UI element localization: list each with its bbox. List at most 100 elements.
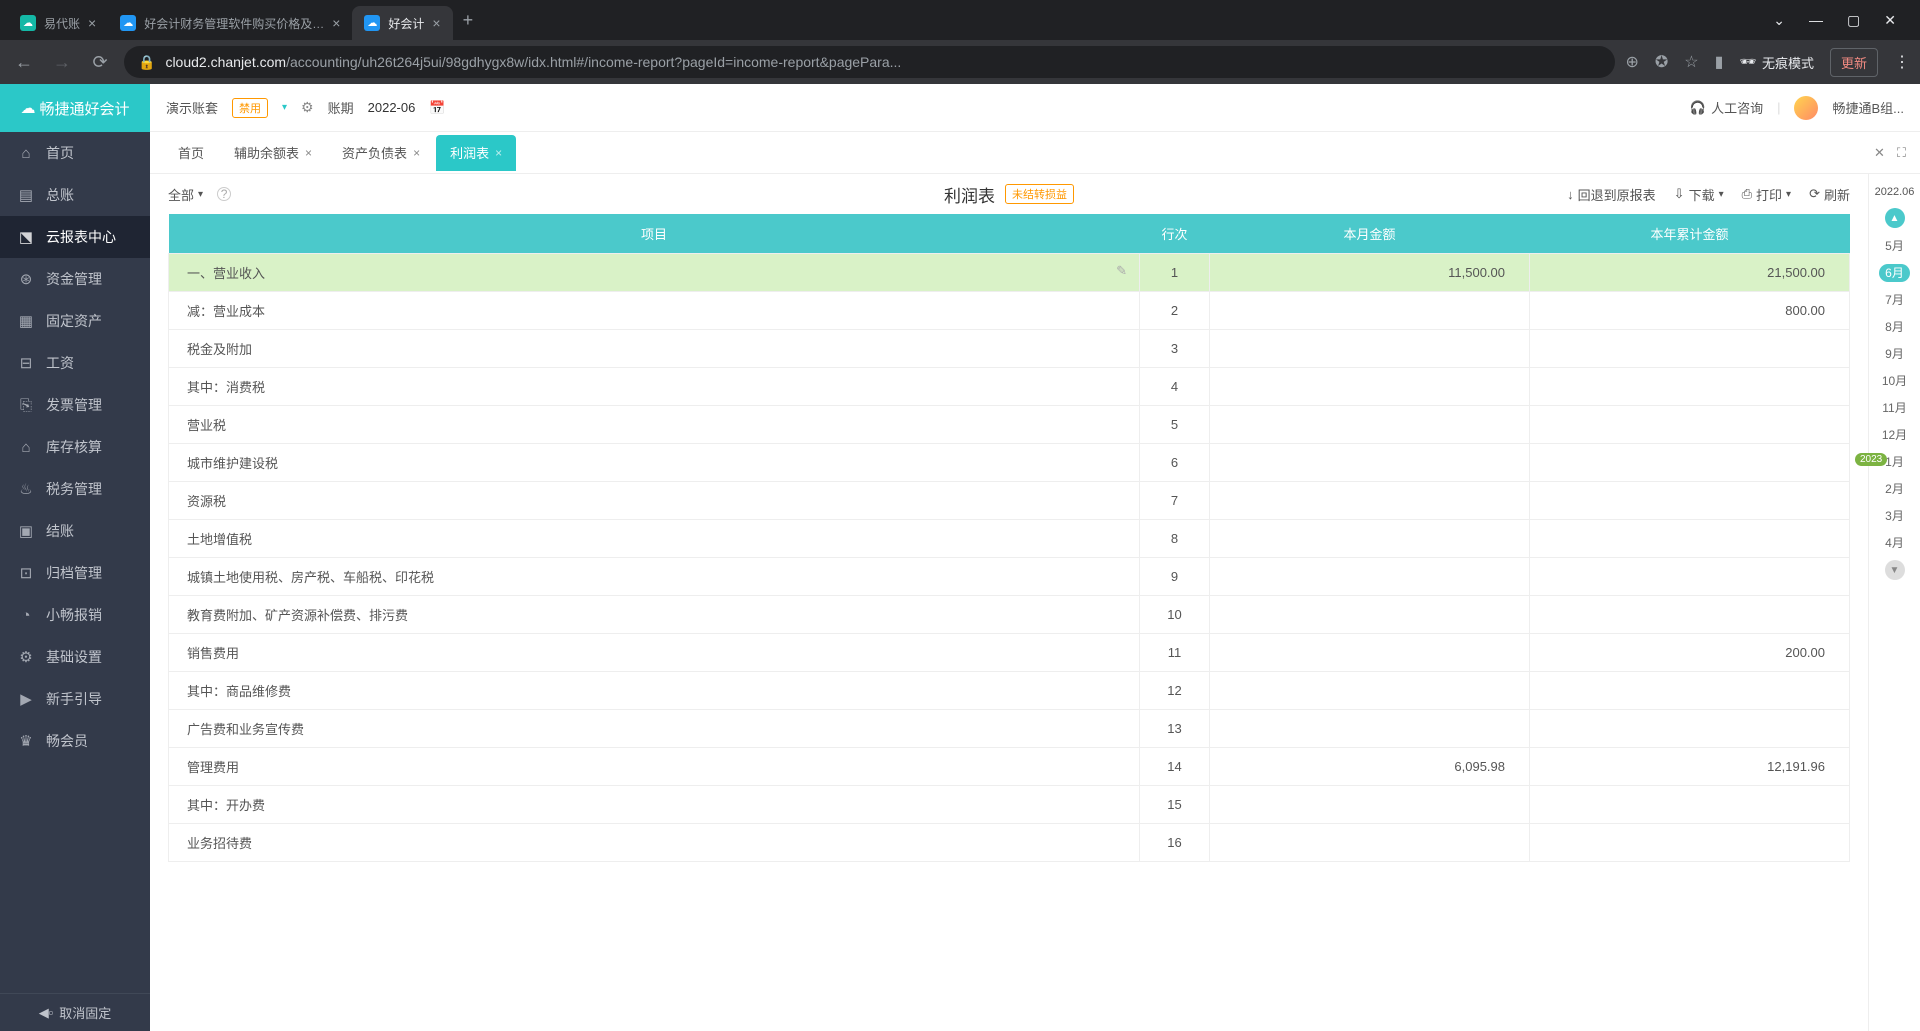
page-tab[interactable]: 辅助余额表× bbox=[220, 135, 326, 171]
sidebar-item[interactable]: ⊟ 工资 bbox=[0, 342, 150, 384]
url-domain: cloud2.chanjet.com bbox=[165, 54, 286, 70]
browser-tab[interactable]: ☁ 好会计财务管理软件购买价格及… × bbox=[108, 6, 352, 40]
table-row[interactable]: 营业税 5 bbox=[169, 406, 1850, 444]
table-row[interactable]: 教育费附加、矿产资源补偿费、排污费 10 bbox=[169, 596, 1850, 634]
sidebar-item[interactable]: ⊛ 资金管理 bbox=[0, 258, 150, 300]
sidebar-item[interactable]: ♨ 税务管理 bbox=[0, 468, 150, 510]
tab-close-icon[interactable]: × bbox=[332, 15, 340, 31]
month-next-icon[interactable]: ▼ bbox=[1885, 560, 1905, 580]
window-dropdown[interactable]: ⌄ bbox=[1773, 12, 1785, 29]
page-tab[interactable]: 首页 bbox=[164, 135, 218, 171]
month-item[interactable]: 3月 bbox=[1869, 502, 1920, 529]
sidebar-item[interactable]: ▤ 总账 bbox=[0, 174, 150, 216]
tab-close-icon[interactable]: × bbox=[305, 146, 312, 160]
calendar-icon[interactable]: 📅 bbox=[429, 100, 445, 116]
reading-list-icon[interactable]: ▮ bbox=[1715, 52, 1724, 72]
page-tab[interactable]: 资产负债表× bbox=[328, 135, 434, 171]
table-row[interactable]: 其中：消费税 4 bbox=[169, 368, 1850, 406]
app-logo[interactable]: ☁ 畅捷通好会计 bbox=[0, 84, 150, 132]
month-item[interactable]: 2月 bbox=[1869, 475, 1920, 502]
table-row[interactable]: 减：营业成本 2 800.00 bbox=[169, 292, 1850, 330]
fullscreen-icon[interactable]: ⛶ bbox=[1897, 145, 1906, 161]
user-name[interactable]: 畅捷通B组... bbox=[1832, 98, 1904, 117]
window-maximize[interactable]: ▢ bbox=[1847, 12, 1860, 29]
filter-all[interactable]: 全部 ▾ bbox=[168, 185, 203, 204]
table-row[interactable]: 管理费用 14 6,095.98 12,191.96 bbox=[169, 748, 1850, 786]
cell-row: 4 bbox=[1140, 368, 1210, 406]
close-all-tabs-icon[interactable]: ✕ bbox=[1874, 145, 1885, 161]
rollback-button[interactable]: ↓ 回退到原报表 bbox=[1567, 185, 1656, 204]
browser-menu[interactable]: ⋮ bbox=[1894, 52, 1910, 72]
edit-icon[interactable]: ✎ bbox=[1116, 263, 1127, 279]
zoom-icon[interactable]: ⊕ bbox=[1625, 52, 1638, 72]
month-item[interactable]: 20231月 bbox=[1869, 448, 1920, 475]
tab-close-icon[interactable]: × bbox=[413, 146, 420, 160]
extension-icon[interactable]: ✪ bbox=[1655, 52, 1668, 72]
table-row[interactable]: 城市维护建设税 6 bbox=[169, 444, 1850, 482]
print-button[interactable]: ⎙ 打印 ▾ bbox=[1742, 185, 1791, 204]
tab-close-icon[interactable]: × bbox=[432, 15, 440, 31]
browser-tab[interactable]: ☁ 易代账 × bbox=[8, 6, 108, 40]
month-item[interactable]: 10月 bbox=[1869, 367, 1920, 394]
tab-close-icon[interactable]: × bbox=[495, 146, 502, 160]
refresh-icon: ⟳ bbox=[1809, 186, 1820, 202]
sidebar-item[interactable]: ⌂ 库存核算 bbox=[0, 426, 150, 468]
table-row[interactable]: 其中：开办费 15 bbox=[169, 786, 1850, 824]
month-item[interactable]: 11月 bbox=[1869, 394, 1920, 421]
consult-button[interactable]: 🎧 人工咨询 bbox=[1690, 98, 1763, 117]
nav-forward[interactable]: → bbox=[48, 52, 76, 73]
month-item[interactable]: 6月 bbox=[1869, 259, 1920, 286]
cell-item: 土地增值税 bbox=[169, 520, 1140, 558]
download-button[interactable]: ⇩ 下载 ▾ bbox=[1674, 185, 1724, 204]
table-row[interactable]: 土地增值税 8 bbox=[169, 520, 1850, 558]
period-value[interactable]: 2022-06 bbox=[368, 100, 416, 115]
month-item[interactable]: 5月 bbox=[1869, 232, 1920, 259]
sidebar-item[interactable]: ⚙ 基础设置 bbox=[0, 636, 150, 678]
new-tab-button[interactable]: + bbox=[453, 10, 484, 31]
table-row[interactable]: 税金及附加 3 bbox=[169, 330, 1850, 368]
year-label[interactable]: 2022.06 bbox=[1875, 180, 1915, 204]
window-minimize[interactable]: — bbox=[1809, 12, 1823, 29]
sidebar-unpin[interactable]: ◀▫ 取消固定 bbox=[0, 993, 150, 1031]
month-item[interactable]: 4月 bbox=[1869, 529, 1920, 556]
table-row[interactable]: 资源税 7 bbox=[169, 482, 1850, 520]
table-row[interactable]: 广告费和业务宣传费 13 bbox=[169, 710, 1850, 748]
table-row[interactable]: 城镇土地使用税、房产税、车船税、印花税 9 bbox=[169, 558, 1850, 596]
month-item[interactable]: 8月 bbox=[1869, 313, 1920, 340]
settings-gear-icon[interactable]: ⚙ bbox=[301, 99, 314, 116]
table-row[interactable]: 业务招待费 16 bbox=[169, 824, 1850, 862]
month-item[interactable]: 7月 bbox=[1869, 286, 1920, 313]
account-selector[interactable]: 演示账套 bbox=[166, 98, 218, 117]
sidebar-item[interactable]: ⬔ 云报表中心 bbox=[0, 216, 150, 258]
window-close[interactable]: ✕ bbox=[1884, 12, 1896, 29]
month-item[interactable]: 12月 bbox=[1869, 421, 1920, 448]
update-button[interactable]: 更新 bbox=[1830, 48, 1878, 77]
month-item[interactable]: 9月 bbox=[1869, 340, 1920, 367]
help-icon[interactable]: ? bbox=[217, 187, 231, 201]
sidebar-item[interactable]: ⎘ 发票管理 bbox=[0, 384, 150, 426]
month-prev-icon[interactable]: ▲ bbox=[1885, 208, 1905, 228]
avatar[interactable] bbox=[1794, 96, 1818, 120]
sidebar-item[interactable]: ♛ 畅会员 bbox=[0, 720, 150, 762]
sidebar-item-label: 畅会员 bbox=[46, 731, 88, 751]
sidebar-item[interactable]: ▦ 固定资产 bbox=[0, 300, 150, 342]
table-row[interactable]: 一、营业收入✎ 1 11,500.00 21,500.00 bbox=[169, 254, 1850, 292]
sidebar-item[interactable]: ◔ 小畅报销 bbox=[0, 594, 150, 636]
nav-reload[interactable]: ⟳ bbox=[86, 52, 114, 73]
page-tab[interactable]: 利润表× bbox=[436, 135, 516, 171]
table-row[interactable]: 其中：商品维修费 12 bbox=[169, 672, 1850, 710]
account-chevron-icon[interactable]: ▾ bbox=[282, 102, 287, 113]
url-field[interactable]: 🔒 cloud2.chanjet.com/accounting/uh26t264… bbox=[124, 46, 1615, 78]
tab-close-icon[interactable]: × bbox=[88, 15, 96, 31]
nav-back[interactable]: ← bbox=[10, 52, 38, 73]
cell-item: 城市维护建设税 bbox=[169, 444, 1140, 482]
browser-tab[interactable]: ☁ 好会计 × bbox=[352, 6, 452, 40]
sidebar-item[interactable]: ▶ 新手引导 bbox=[0, 678, 150, 720]
sidebar-item[interactable]: ⌂ 首页 bbox=[0, 132, 150, 174]
refresh-button[interactable]: ⟳ 刷新 bbox=[1809, 185, 1850, 204]
bookmark-icon[interactable]: ☆ bbox=[1684, 52, 1698, 72]
sidebar-item[interactable]: ⊡ 归档管理 bbox=[0, 552, 150, 594]
table-row[interactable]: 销售费用 11 200.00 bbox=[169, 634, 1850, 672]
sidebar-item[interactable]: ▣ 结账 bbox=[0, 510, 150, 552]
cell-row: 13 bbox=[1140, 710, 1210, 748]
